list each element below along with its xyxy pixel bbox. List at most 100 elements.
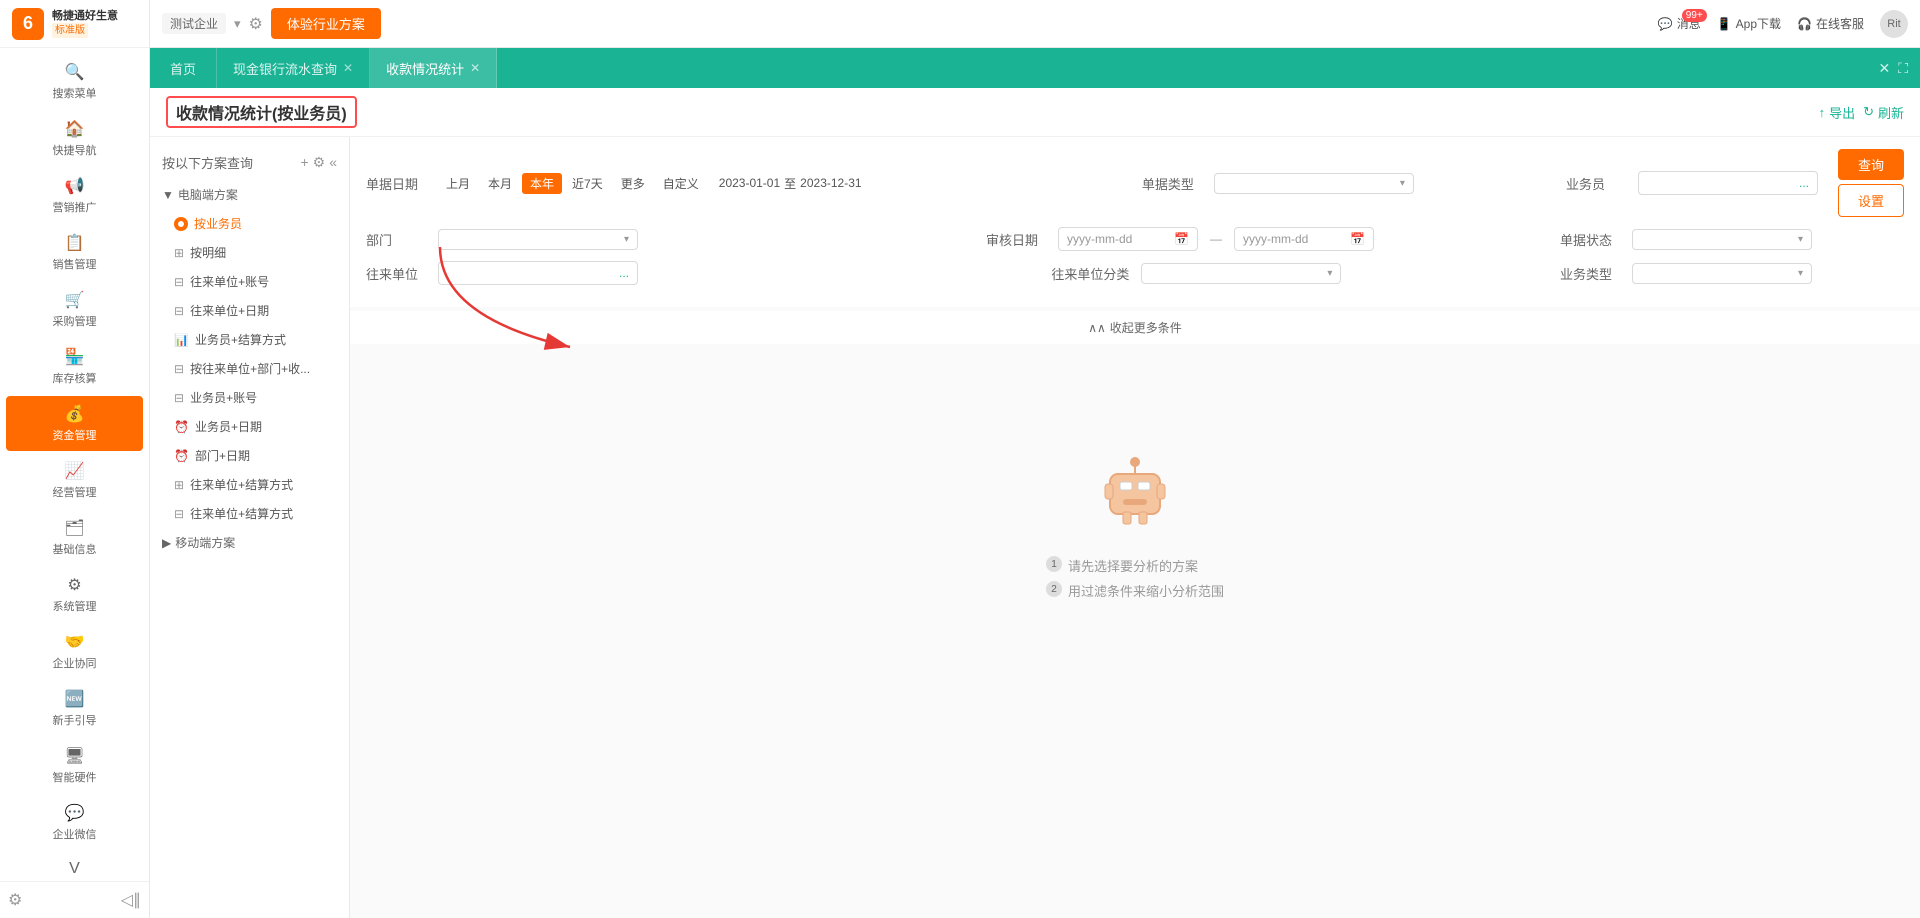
dept-arrow-icon: ▾: [624, 234, 629, 245]
tab-home[interactable]: 首页: [150, 48, 217, 88]
partner-class-label: 往来单位分类: [1051, 264, 1129, 283]
sidebar-item-corp[interactable]: 🤝 企业协同: [6, 624, 143, 679]
audit-date-from[interactable]: yyyy-mm-dd 📅: [1058, 227, 1198, 251]
sidebar-item-sales[interactable]: 📋 销售管理: [6, 225, 143, 280]
sidebar-item-finance[interactable]: 💰 资金管理: [6, 396, 143, 451]
tabbar: 首页 现金银行流水查询 ✕ 收款情况统计 ✕ ✕ ⛶: [150, 48, 1920, 88]
scheme-item-partner-settle1[interactable]: ⊞ 往来单位+结算方式: [150, 470, 349, 499]
date-btn-7days[interactable]: 近7天: [564, 173, 611, 194]
sidebar-item-system[interactable]: ⚙ 系统管理: [6, 567, 143, 622]
partner-selector[interactable]: ...: [438, 261, 638, 285]
settings-bottom-icon[interactable]: ⚙: [8, 890, 22, 910]
scheme-item-dept-date[interactable]: ⏰ 部门+日期: [150, 441, 349, 470]
filter-row-3: 往来单位 ... 往来单位分类 ▾ 业务类型: [366, 261, 1904, 285]
tab-close-window-btn[interactable]: ✕: [1878, 60, 1890, 77]
refresh-button[interactable]: ↻ 刷新: [1863, 103, 1904, 122]
sidebar-item-search[interactable]: 🔍 搜索菜单: [6, 54, 143, 109]
set-button[interactable]: 设置: [1838, 184, 1904, 217]
scheme-item-partner-settle2[interactable]: ⊟ 往来单位+结算方式: [150, 499, 349, 528]
scheme-item-partner-account[interactable]: ⊟ 往来单位+账号: [150, 267, 349, 296]
date-quick-btns: 上月 本月 本年 近7天 更多 自定义: [438, 173, 707, 194]
scheme-item-partner-date[interactable]: ⊟ 往来单位+日期: [150, 296, 349, 325]
scheme-item-staff[interactable]: 按业务员: [150, 209, 349, 238]
partner-account-icon: ⊟: [174, 275, 184, 289]
sidebar-item-quicknav[interactable]: 🏠 快捷导航: [6, 111, 143, 166]
scheme-item-staff-settle[interactable]: 📊 业务员+结算方式: [150, 325, 349, 354]
doc-status-selector[interactable]: ▾: [1632, 229, 1812, 250]
sidebar-item-wechat[interactable]: 💬 企业微信: [6, 795, 143, 850]
collapse-filter-btn[interactable]: ∧∧ 收起更多条件: [1088, 319, 1182, 336]
topbar-dropdown-icon[interactable]: ▾: [234, 16, 241, 32]
biz-type-selector[interactable]: ▾: [1632, 263, 1812, 284]
scheme-item-partner-dept[interactable]: ⊟ 按往来单位+部门+收...: [150, 354, 349, 383]
logo-area: 6 畅捷通好生意 标准版: [0, 0, 149, 48]
desktop-group-title[interactable]: ▼ 电脑端方案: [150, 180, 349, 209]
sidebar-item-marketing[interactable]: 📢 营销推广: [6, 168, 143, 223]
tab-collection-stats[interactable]: 收款情况统计 ✕: [370, 48, 497, 88]
tab-bank-flow[interactable]: 现金银行流水查询 ✕: [217, 48, 370, 88]
doctype-label: 单据类型: [1142, 174, 1202, 193]
main-area: 测试企业 ▾ ⚙ 体验行业方案 💬 消息 99+ 📱 App下载 🎧 在线客服 …: [150, 0, 1920, 918]
sidebar-item-member[interactable]: V 畅会员: [6, 852, 143, 881]
scheme-item-staff-date[interactable]: ⏰ 业务员+日期: [150, 412, 349, 441]
tab-maximize-btn[interactable]: ⛶: [1898, 60, 1908, 77]
date-label: 单据日期: [366, 174, 426, 193]
collapse-panel-btn[interactable]: «: [329, 154, 337, 171]
dept-selector[interactable]: ▾: [438, 229, 638, 250]
mobile-group-title[interactable]: ▶ 移动端方案: [150, 528, 349, 557]
topbar: 测试企业 ▾ ⚙ 体验行业方案 💬 消息 99+ 📱 App下载 🎧 在线客服 …: [150, 0, 1920, 48]
scheme-item-detail[interactable]: ⊞ 按明细: [150, 238, 349, 267]
sidebar-item-hardware[interactable]: 🖥 智能硬件: [6, 738, 143, 793]
export-button[interactable]: ↑ 导出: [1819, 103, 1856, 122]
topbar-app-download[interactable]: 📱 App下载: [1717, 15, 1781, 32]
topbar-user: 测试企业: [162, 13, 226, 34]
trial-button[interactable]: 体验行业方案: [271, 8, 381, 39]
page-actions: ↑ 导出 ↻ 刷新: [1819, 103, 1904, 122]
sidebar-item-purchase[interactable]: 🛒 采购管理: [6, 282, 143, 337]
sidebar-item-guide[interactable]: 🆕 新手引导: [6, 681, 143, 736]
doctype-selector[interactable]: ▾: [1214, 173, 1414, 194]
sidebar-bottom: ⚙ ◁∥: [0, 881, 149, 918]
collapse-sidebar-btn[interactable]: ◁∥: [121, 890, 141, 910]
date-btn-custom[interactable]: 自定义: [655, 173, 707, 194]
desktop-scheme-group: ▼ 电脑端方案 按业务员 ⊞ 按明细 ⊟ 往来单位+账号 ⊟: [150, 180, 349, 528]
date-separator: —: [1210, 232, 1222, 246]
group-expand-icon: ▼: [162, 188, 174, 202]
query-button[interactable]: 查询: [1838, 149, 1904, 180]
date-btn-lastmonth[interactable]: 上月: [438, 173, 478, 194]
staff-settle-icon: 📊: [174, 333, 189, 347]
topbar-avatar[interactable]: Rit: [1880, 10, 1908, 38]
sidebar-item-operations[interactable]: 📈 经营管理: [6, 453, 143, 508]
staff-more-icon[interactable]: ...: [1799, 176, 1809, 190]
partner-class-selector[interactable]: ▾: [1141, 263, 1341, 284]
app-icon: 📱: [1717, 17, 1732, 31]
topbar-messages[interactable]: 💬 消息 99+: [1658, 15, 1701, 32]
partner-settle1-icon: ⊞: [174, 478, 184, 492]
topbar-gear-icon[interactable]: ⚙: [249, 14, 263, 34]
staff-date-icon: ⏰: [174, 420, 189, 434]
tab-close-bank-flow[interactable]: ✕: [343, 61, 353, 75]
message-icon: 💬: [1658, 17, 1673, 31]
staff-selector[interactable]: ...: [1638, 171, 1818, 195]
panel-title: 按以下方案查询: [162, 153, 253, 172]
topbar-online-service[interactable]: 🎧 在线客服: [1797, 15, 1864, 32]
date-btn-thisyear[interactable]: 本年: [522, 173, 562, 194]
scheme-item-staff-account[interactable]: ⊟ 业务员+账号: [150, 383, 349, 412]
date-btn-more[interactable]: 更多: [613, 173, 653, 194]
sidebar-item-inventory[interactable]: 🏪 库存核算: [6, 339, 143, 394]
biz-type-label: 业务类型: [1560, 264, 1620, 283]
topbar-right: 💬 消息 99+ 📱 App下载 🎧 在线客服 Rit: [1658, 10, 1908, 38]
sidebar-item-basic[interactable]: 🗂 基础信息: [6, 510, 143, 565]
add-scheme-btn[interactable]: +: [300, 154, 308, 171]
finance-icon: 💰: [65, 404, 85, 424]
setting-scheme-btn[interactable]: ⚙: [313, 154, 326, 171]
date-range-display: 2023-01-01 至 2023-12-31: [719, 175, 862, 192]
partner-more-icon[interactable]: ...: [619, 266, 629, 280]
tab-close-collection[interactable]: ✕: [470, 61, 480, 75]
sales-icon: 📋: [65, 233, 85, 253]
audit-date-to[interactable]: yyyy-mm-dd 📅: [1234, 227, 1374, 251]
mobile-scheme-group: ▶ 移动端方案: [150, 528, 349, 557]
collapse-icon: ∧∧: [1088, 321, 1106, 335]
date-btn-thismonth[interactable]: 本月: [480, 173, 520, 194]
empty-tip-2: 2 用过滤条件来缩小分析范围: [1046, 581, 1224, 600]
